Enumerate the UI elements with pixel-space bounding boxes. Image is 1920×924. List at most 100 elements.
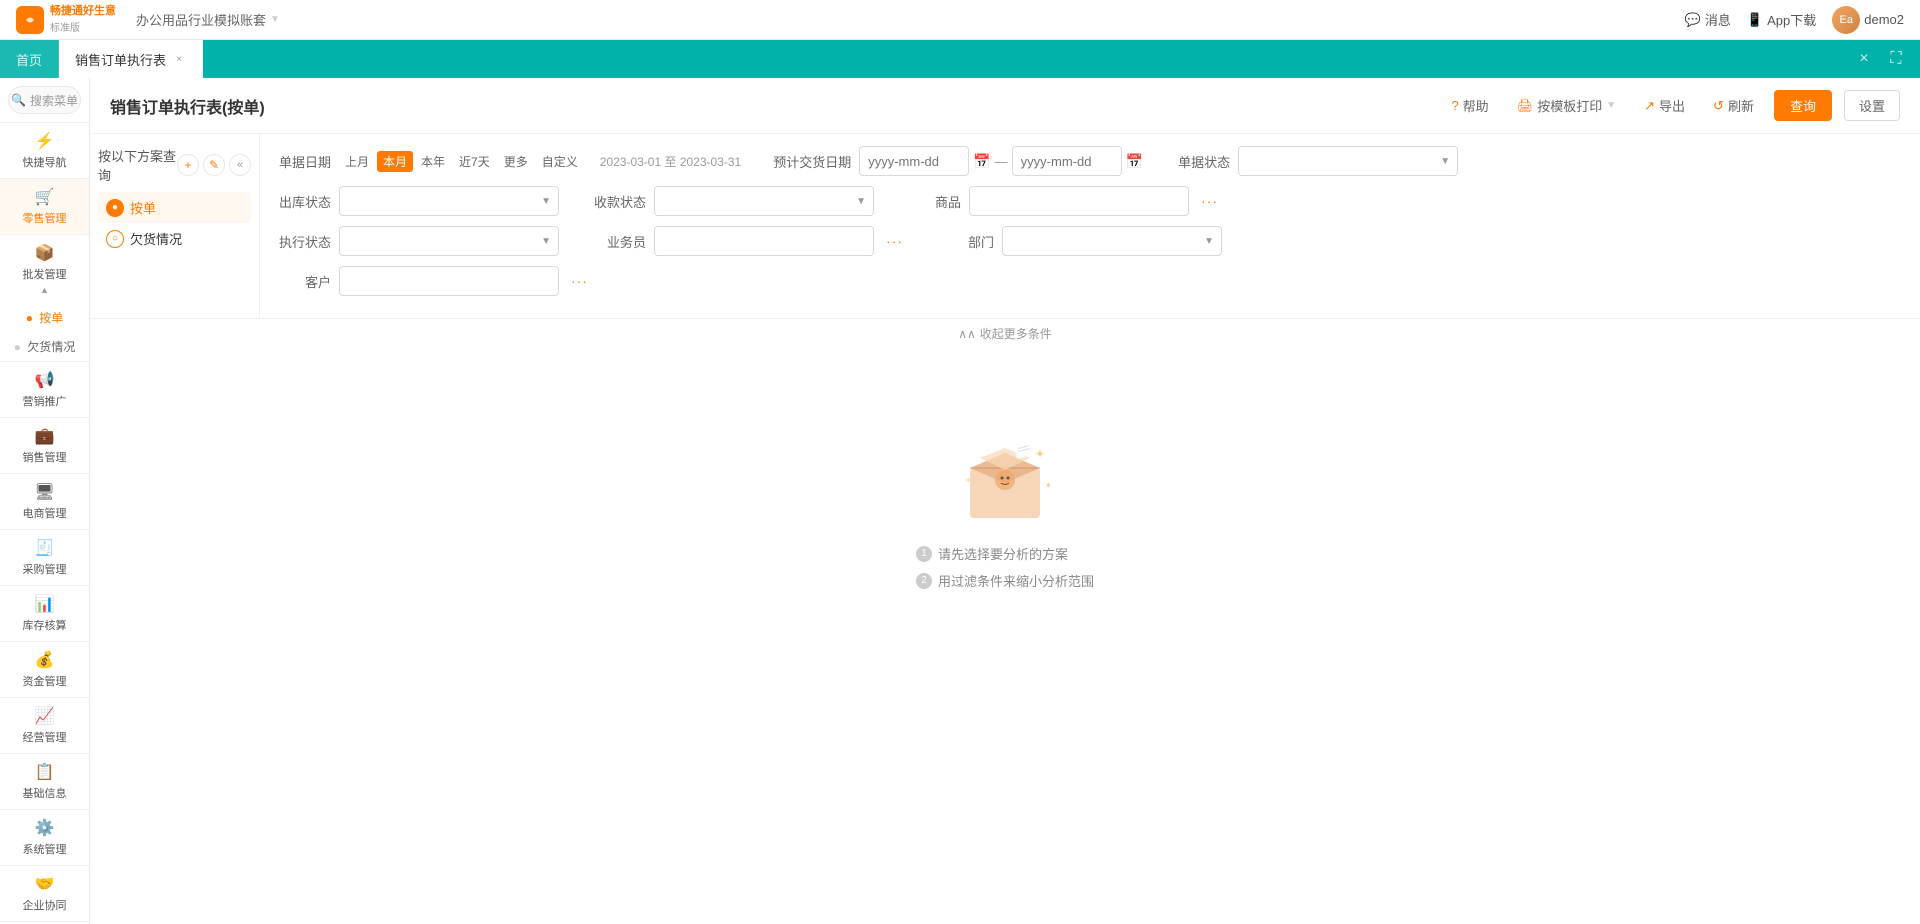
cal-from-icon[interactable]: 📅 [973, 153, 990, 170]
export-icon: ↗ [1644, 98, 1655, 114]
cal-to-icon[interactable]: 📅 [1126, 153, 1143, 170]
tab-close-window-icon[interactable]: × [1852, 47, 1876, 71]
sidebar-sub-item-debt[interactable]: ● 欠货情况 [0, 332, 89, 361]
sidebar-item-wholesale[interactable]: 📦 批发管理 ▲ [0, 235, 89, 303]
field-forecast-date: 预计交货日期 📅 — 📅 [773, 146, 1143, 176]
sidebar-item-enterprise[interactable]: 🤝 企业协同 [0, 866, 89, 921]
sidebar-item-retail-label: 零售管理 [23, 210, 67, 226]
svg-text:✦: ✦ [1045, 481, 1052, 490]
query-button[interactable]: 查询 [1774, 90, 1832, 121]
exec-status-select[interactable] [339, 226, 559, 256]
print-icon: 🖨 [1517, 98, 1534, 114]
filter-left-actions: + ✎ « [177, 154, 251, 176]
filter-row-1: 单据日期 上月 本月 本年 近7天 更多 自定义 2023-03-01 至 20… [276, 146, 1904, 176]
date-btn-custom[interactable]: 自定义 [536, 151, 584, 172]
tip-text-2: 用过滤条件来缩小分析范围 [938, 571, 1094, 590]
sidebar-section-operations: 📈 经营管理 [0, 698, 89, 754]
goods-more-icon[interactable]: ··· [1197, 193, 1222, 209]
tab-home[interactable]: 首页 [0, 40, 59, 78]
date-btn-this-year[interactable]: 本年 [415, 151, 451, 172]
field-exec-status: 执行状态 ▼ [276, 226, 559, 256]
filter-plan-debt[interactable]: ○ 欠货情况 [98, 223, 251, 254]
sidebar-section-wholesale: 📦 批发管理 ▲ ● 按单 ● 欠货情况 [0, 235, 89, 362]
operations-icon: 📈 [35, 706, 55, 726]
receipt-status-select[interactable] [654, 186, 874, 216]
svg-text:✦: ✦ [1035, 447, 1045, 461]
department-select[interactable] [1002, 226, 1222, 256]
settings-button[interactable]: 设置 [1844, 90, 1900, 121]
empty-tip-2: 2 用过滤条件来缩小分析范围 [916, 571, 1094, 590]
sidebar-search-area: 🔍 搜索菜单 [0, 78, 89, 123]
breadcrumb-chevron-icon: ▼ [270, 14, 280, 25]
logo-text-area: 畅捷通好生意 标准版 [50, 5, 116, 33]
tip-text-1: 请先选择要分析的方案 [938, 544, 1068, 563]
tab-home-label: 首页 [16, 50, 42, 69]
breadcrumb[interactable]: 办公用品行业模拟账套 ▼ [136, 10, 280, 29]
sidebar-item-ecommerce[interactable]: 🖥 电商管理 [0, 474, 89, 529]
sidebar-search-button[interactable]: 🔍 搜索菜单 [8, 86, 81, 114]
logo-subtitle: 标准版 [50, 19, 116, 34]
sidebar-item-retail[interactable]: 🛒 零售管理 [0, 179, 89, 234]
help-button[interactable]: ? 帮助 [1443, 92, 1496, 119]
sidebar-item-operations[interactable]: 📈 经营管理 [0, 698, 89, 753]
salesperson-input[interactable] [654, 226, 874, 256]
goods-input[interactable] [969, 186, 1189, 216]
doc-status-select[interactable] [1238, 146, 1458, 176]
out-status-select-wrap: ▼ [339, 186, 559, 216]
retail-icon: 🛒 [35, 187, 55, 207]
date-btn-last-7days[interactable]: 近7天 [453, 151, 496, 172]
field-customer: 客户 ··· [276, 266, 592, 296]
message-label: 消息 [1705, 10, 1731, 29]
sidebar-section-system: ⚙️ 系统管理 [0, 810, 89, 866]
date-btn-last-month[interactable]: 上月 [339, 151, 375, 172]
salesperson-label: 业务员 [591, 232, 646, 251]
user-area[interactable]: Ea demo2 [1832, 6, 1904, 34]
sidebar-item-marketing[interactable]: 📢 营销推广 [0, 362, 89, 417]
collapse-panel-button[interactable]: « [229, 154, 251, 176]
tab-sales-order-exec[interactable]: 销售订单执行表 × [59, 40, 203, 78]
plan-debt-label: 欠货情况 [130, 229, 182, 248]
tab-close-icon[interactable]: × [172, 52, 186, 66]
salesperson-more-icon[interactable]: ··· [882, 233, 907, 249]
sidebar-item-system[interactable]: ⚙️ 系统管理 [0, 810, 89, 865]
filter-left: 按以下方案查询 + ✎ « [90, 134, 260, 318]
sidebar-item-quick-nav[interactable]: ⚡ 快捷导航 [0, 123, 89, 178]
customer-more-icon[interactable]: ··· [567, 273, 592, 289]
sidebar-item-basic[interactable]: 📋 基础信息 [0, 754, 89, 809]
ecommerce-icon: 🖥 [34, 482, 54, 502]
sidebar-item-sales[interactable]: 💼 销售管理 [0, 418, 89, 473]
logo-title: 畅捷通好生意 [50, 5, 116, 18]
top-header: 畅捷通好生意 标准版 办公用品行业模拟账套 ▼ 💬 消息 📱 App下载 Ea … [0, 0, 1920, 40]
tab-maximize-icon[interactable]: ⛶ [1884, 47, 1908, 71]
app-download-button[interactable]: 📱 App下载 [1747, 10, 1816, 29]
collapse-more-bar[interactable]: ∧∧ 收起更多条件 [90, 318, 1920, 348]
field-receipt-status: 收款状态 ▼ [591, 186, 874, 216]
date-range-separator: — [995, 154, 1008, 169]
date-btn-more[interactable]: 更多 [498, 151, 534, 172]
sidebar-section-sales: 💼 销售管理 [0, 418, 89, 474]
doc-status-select-wrap: ▼ [1238, 146, 1458, 176]
refresh-button[interactable]: ↺ 刷新 [1705, 92, 1762, 119]
export-button[interactable]: ↗ 导出 [1636, 92, 1693, 119]
sidebar-sub-item-order[interactable]: ● 按单 [0, 303, 89, 332]
collapse-up-icon: ∧∧ [958, 327, 976, 341]
out-status-select[interactable] [339, 186, 559, 216]
sidebar-search-label: 搜索菜单 [30, 92, 78, 109]
date-btn-this-month[interactable]: 本月 [377, 151, 413, 172]
message-button[interactable]: 💬 消息 [1685, 10, 1731, 29]
forecast-date-to[interactable] [1012, 146, 1122, 176]
sidebar-item-purchase[interactable]: 🧾 采购管理 [0, 530, 89, 585]
add-plan-button[interactable]: + [177, 154, 199, 176]
edit-plan-button[interactable]: ✎ [203, 154, 225, 176]
filter-plan-order[interactable]: ● 按单 [98, 192, 251, 223]
field-goods: 商品 ··· [906, 186, 1222, 216]
collapse-icon: « [237, 159, 243, 171]
sidebar-sub-order-label: ● 按单 [26, 311, 64, 325]
customer-input[interactable] [339, 266, 559, 296]
help-label: 帮助 [1463, 96, 1489, 115]
forecast-date-from[interactable] [859, 146, 969, 176]
plan-order-label: 按单 [130, 198, 156, 217]
sidebar-item-finance[interactable]: 💰 资金管理 [0, 642, 89, 697]
sidebar-item-inventory[interactable]: 📊 库存核算 [0, 586, 89, 641]
print-button[interactable]: 🖨 按模板打印 ▼ [1509, 92, 1624, 119]
